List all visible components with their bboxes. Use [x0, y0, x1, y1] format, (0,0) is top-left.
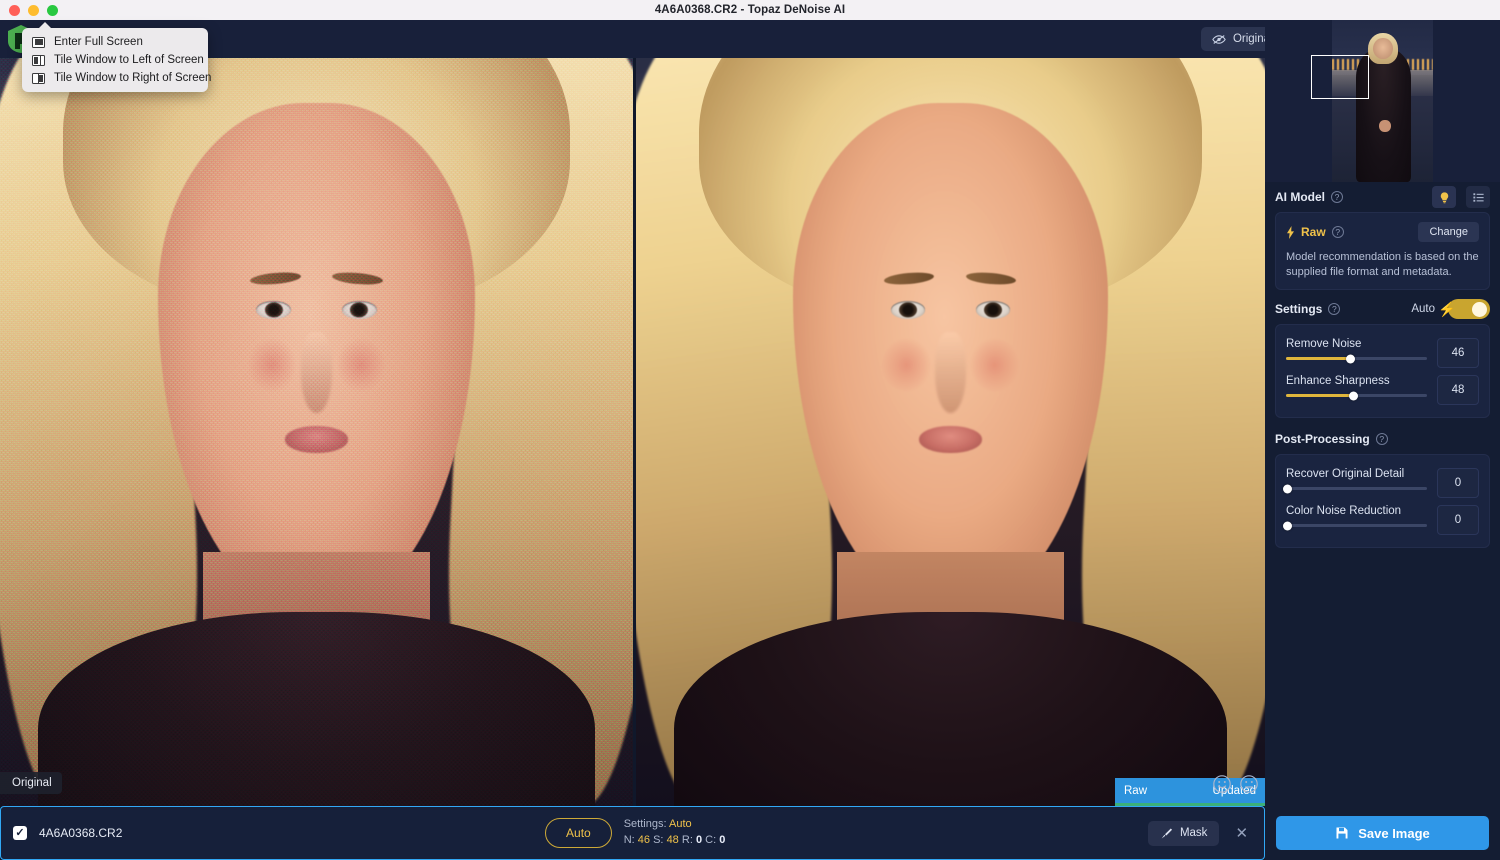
- slider-label: Recover Original Detail: [1286, 468, 1405, 481]
- app-window: 4A6A0368.CR2 - Topaz DeNoise AI Enter Fu…: [0, 0, 1500, 860]
- processed-photo: [636, 58, 1265, 806]
- model-description: Model recommendation is based on the sup…: [1286, 251, 1479, 279]
- right-panel: AI Model ? Raw ? Change Model recommenda…: [1265, 20, 1500, 806]
- auto-label: Auto: [1411, 303, 1435, 316]
- window-title: 4A6A0368.CR2 - Topaz DeNoise AI: [654, 4, 846, 16]
- navigator-viewport-rect[interactable]: [1311, 55, 1369, 99]
- file-name-label: 4A6A0368.CR2: [39, 826, 123, 840]
- slider-value[interactable]: 46: [1437, 338, 1479, 369]
- slider-color-noise-reduction: Color Noise Reduction 0: [1282, 500, 1479, 537]
- thumbs-neutral-icon[interactable]: [1239, 774, 1259, 794]
- help-icon[interactable]: ?: [1328, 303, 1341, 316]
- save-image-button[interactable]: Save Image: [1276, 816, 1489, 850]
- slider-value[interactable]: 0: [1437, 468, 1479, 499]
- original-badge: Original: [0, 772, 62, 794]
- slider-label: Color Noise Reduction: [1286, 505, 1402, 518]
- post-processing-sliders: Recover Original Detail 0 Color Noise Re…: [1275, 454, 1490, 549]
- traffic-lights: [9, 5, 58, 16]
- stat-c-value: 0: [719, 834, 726, 846]
- lightning-bolt-icon: ⚡: [1438, 300, 1456, 317]
- slider-track[interactable]: [1282, 484, 1427, 494]
- image-viewer: Original Raw Updated: [0, 58, 1265, 806]
- help-icon[interactable]: ?: [1375, 433, 1388, 446]
- menu-item-label: Enter Full Screen: [54, 36, 143, 48]
- help-icon[interactable]: ?: [1331, 191, 1343, 203]
- menu-item-tile-left[interactable]: Tile Window to Left of Screen: [22, 51, 208, 69]
- slider-value[interactable]: 48: [1437, 375, 1479, 406]
- settings-summary: Settings: Auto N: 46 S: 48 R: 0 C: 0: [624, 817, 726, 849]
- settings-mode: Auto: [668, 818, 692, 831]
- processed-image-pane[interactable]: Raw Updated: [633, 58, 1265, 806]
- stat-n-value: 46: [637, 834, 651, 846]
- tile-right-icon: [32, 72, 45, 84]
- slider-label: Enhance Sharpness: [1286, 375, 1390, 388]
- compare-left-label: Raw: [1124, 784, 1148, 797]
- slider-track[interactable]: [1286, 354, 1427, 364]
- original-photo: [0, 58, 633, 806]
- menu-item-label: Tile Window to Left of Screen: [54, 54, 204, 66]
- image-noise-overlay: [0, 58, 633, 806]
- minimize-window-button[interactable]: [28, 5, 39, 16]
- save-image-label: Save Image: [1358, 825, 1430, 841]
- auto-toggle[interactable]: ⚡: [1438, 299, 1490, 320]
- tile-left-icon: [32, 54, 45, 66]
- eye-off-icon: [1212, 34, 1226, 44]
- stat-r-value: 0: [695, 834, 703, 846]
- lightning-bolt-icon: [1287, 225, 1294, 239]
- maximize-window-button[interactable]: [47, 5, 58, 16]
- feedback-buttons: [1212, 774, 1259, 794]
- settings-title: Settings: [1275, 302, 1323, 317]
- close-window-button[interactable]: [9, 5, 20, 16]
- slider-track[interactable]: [1282, 521, 1427, 531]
- mask-label: Mask: [1179, 827, 1208, 839]
- brush-icon: [1161, 827, 1173, 839]
- thumbs-happy-icon[interactable]: [1212, 774, 1232, 794]
- original-image-pane[interactable]: Original: [0, 58, 633, 806]
- ai-model-card: Raw ? Change Model recommendation is bas…: [1275, 212, 1490, 291]
- close-icon[interactable]: ✕: [1231, 824, 1252, 842]
- menu-item-label: Tile Window to Right of Screen: [54, 72, 212, 84]
- save-bar: Save Image: [1265, 806, 1500, 860]
- post-processing-section-header: Post-Processing ?: [1265, 424, 1500, 454]
- post-processing-title: Post-Processing: [1275, 432, 1370, 447]
- settings-sliders: Remove Noise 46 Enhance Sharpness 48: [1275, 324, 1490, 419]
- file-checkbox[interactable]: ✓: [13, 826, 27, 840]
- full-screen-icon: [32, 36, 45, 48]
- model-name: Raw: [1301, 225, 1326, 239]
- settings-section-header: Settings ? Auto ⚡: [1265, 294, 1500, 324]
- stat-s-value: 48: [666, 834, 679, 846]
- navigator-thumbnail[interactable]: [1265, 20, 1500, 182]
- auto-button[interactable]: Auto: [545, 818, 612, 848]
- change-model-button[interactable]: Change: [1418, 222, 1479, 242]
- menu-item-tile-right[interactable]: Tile Window to Right of Screen: [22, 69, 212, 87]
- slider-track[interactable]: [1286, 391, 1427, 401]
- slider-remove-noise: Remove Noise 46: [1286, 333, 1479, 370]
- stat-n-key: N:: [623, 834, 635, 846]
- settings-prefix: Settings:: [623, 818, 667, 831]
- list-icon[interactable]: [1466, 186, 1490, 208]
- title-bar: 4A6A0368.CR2 - Topaz DeNoise AI: [0, 0, 1500, 20]
- mask-button[interactable]: Mask: [1147, 820, 1220, 846]
- floppy-disk-icon: [1336, 827, 1348, 839]
- slider-recover-original-detail: Recover Original Detail 0: [1282, 463, 1479, 500]
- stat-s-key: S:: [653, 834, 664, 846]
- slider-label: Remove Noise: [1286, 338, 1362, 351]
- bottom-filmstrip: ✓ 4A6A0368.CR2 Auto Settings: Auto N: 46…: [0, 806, 1265, 860]
- stat-r-key: R:: [681, 834, 693, 846]
- ai-model-title: AI Model: [1275, 190, 1325, 204]
- help-icon[interactable]: ?: [1331, 226, 1344, 238]
- window-options-menu: Enter Full Screen Tile Window to Left of…: [22, 22, 212, 92]
- ai-model-section-header: AI Model ?: [1265, 182, 1500, 212]
- stat-c-key: C:: [705, 834, 717, 846]
- slider-enhance-sharpness: Enhance Sharpness 48: [1286, 370, 1479, 407]
- slider-value[interactable]: 0: [1437, 505, 1479, 536]
- menu-item-enter-full-screen[interactable]: Enter Full Screen: [22, 33, 208, 51]
- lightbulb-icon[interactable]: [1432, 186, 1456, 208]
